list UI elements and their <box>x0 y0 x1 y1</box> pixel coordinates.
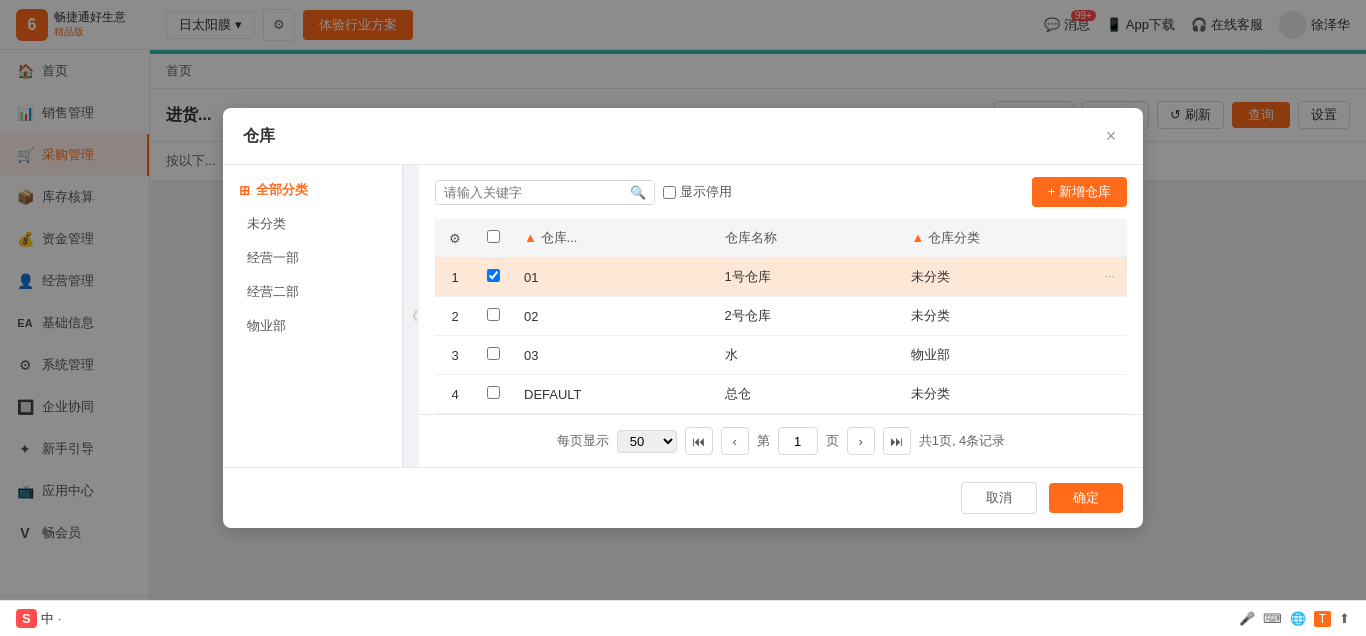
row-code: 02 <box>512 297 713 336</box>
confirm-button[interactable]: 确定 <box>1049 483 1123 513</box>
show-disabled-checkbox[interactable]: 显示停用 <box>663 183 732 201</box>
modal-footer: 取消 确定 <box>223 467 1143 528</box>
table-panel: 🔍 显示停用 + 新增仓库 ⚙ <box>419 165 1143 467</box>
select-all-checkbox[interactable] <box>487 230 500 243</box>
modal-title: 仓库 <box>243 126 275 147</box>
sort-icon: ▲ <box>911 230 924 245</box>
keyboard-icon[interactable]: ⌨ <box>1263 611 1282 626</box>
row-num: 2 <box>435 297 475 336</box>
bottom-bar: S 中 · 🎤 ⌨ 🌐 T ⬆ <box>0 600 1366 636</box>
table-toolbar: 🔍 显示停用 + 新增仓库 <box>419 165 1143 219</box>
upload-icon[interactable]: ⬆ <box>1339 611 1350 626</box>
last-page-button[interactable]: ⏭ <box>883 427 911 455</box>
all-category-header[interactable]: ⊞ 全部分类 <box>223 173 402 207</box>
bottom-s-logo: S <box>16 609 37 628</box>
modal-overlay: 仓库 × ⊞ 全部分类 未分类 经营一部 经营二部 <box>0 0 1366 636</box>
page-summary: 共1页, 4条记录 <box>919 432 1006 450</box>
col-code: ▲ 仓库... <box>512 219 713 258</box>
row-checkbox[interactable] <box>475 375 512 414</box>
row-name: 2号仓库 <box>713 297 900 336</box>
row-num: 3 <box>435 336 475 375</box>
grid-icon: ⊞ <box>239 183 250 198</box>
show-disabled-input[interactable] <box>663 186 676 199</box>
search-input[interactable] <box>436 181 622 204</box>
collapse-button[interactable]: 《 <box>403 165 419 467</box>
warehouse-data-table: ⚙ ▲ 仓库... 仓库名称 <box>435 219 1127 414</box>
bottom-icons: 🎤 ⌨ 🌐 T ⬆ <box>1239 611 1350 627</box>
row-num: 4 <box>435 375 475 414</box>
row-category: 未分类 <box>899 375 1127 414</box>
bottom-logo: S 中 · <box>16 609 61 628</box>
row-name: 1号仓库 <box>713 258 900 297</box>
first-page-button[interactable]: ⏮ <box>685 427 713 455</box>
category-item-unclassified[interactable]: 未分类 <box>223 207 402 241</box>
row-num: 1 <box>435 258 475 297</box>
cancel-button[interactable]: 取消 <box>961 482 1037 514</box>
microphone-icon[interactable]: 🎤 <box>1239 611 1255 626</box>
col-checkbox <box>475 219 512 258</box>
category-item-property[interactable]: 物业部 <box>223 309 402 343</box>
language-icon[interactable]: 🌐 <box>1290 611 1306 626</box>
input-mode-icon[interactable]: T <box>1314 611 1331 627</box>
row-category: 物业部 <box>899 336 1127 375</box>
table-row: 1 01 1号仓库 未分类 ··· <box>435 258 1127 297</box>
prev-page-button[interactable]: ‹ <box>721 427 749 455</box>
row-checkbox[interactable] <box>475 297 512 336</box>
row-name: 总仓 <box>713 375 900 414</box>
page-label: 第 <box>757 432 770 450</box>
page-input[interactable] <box>778 427 818 455</box>
search-box: 🔍 <box>435 180 655 205</box>
bottom-dot: · <box>58 611 62 626</box>
category-item-ops1[interactable]: 经营一部 <box>223 241 402 275</box>
page-unit: 页 <box>826 432 839 450</box>
table-row: 3 03 水 物业部 <box>435 336 1127 375</box>
category-panel: ⊞ 全部分类 未分类 经营一部 经营二部 物业部 <box>223 165 403 467</box>
row-code: 01 <box>512 258 713 297</box>
col-name: 仓库名称 <box>713 219 900 258</box>
row-code: DEFAULT <box>512 375 713 414</box>
table-header-row: ⚙ ▲ 仓库... 仓库名称 <box>435 219 1127 258</box>
per-page-label: 每页显示 <box>557 432 609 450</box>
row-code: 03 <box>512 336 713 375</box>
close-button[interactable]: × <box>1099 124 1123 148</box>
sort-icon: ▲ <box>524 230 537 245</box>
pagination: 每页显示 50 10 20 100 ⏮ ‹ 第 页 › ⏭ 共1页, 4条记录 <box>419 414 1143 467</box>
warehouse-modal: 仓库 × ⊞ 全部分类 未分类 经营一部 经营二部 <box>223 108 1143 528</box>
add-warehouse-button[interactable]: + 新增仓库 <box>1032 177 1127 207</box>
warehouse-table: ⚙ ▲ 仓库... 仓库名称 <box>419 219 1143 414</box>
search-icon[interactable]: 🔍 <box>622 181 654 204</box>
row-name: 水 <box>713 336 900 375</box>
all-category-label: 全部分类 <box>256 181 308 199</box>
table-row: 4 DEFAULT 总仓 未分类 <box>435 375 1127 414</box>
modal-body: ⊞ 全部分类 未分类 经营一部 经营二部 物业部 《 <box>223 165 1143 467</box>
bottom-zh-label: 中 <box>41 610 54 628</box>
per-page-select[interactable]: 50 10 20 100 <box>617 430 677 453</box>
settings-icon[interactable]: ⚙ <box>449 231 461 246</box>
col-settings: ⚙ <box>435 219 475 258</box>
col-category: ▲ 仓库分类 <box>899 219 1127 258</box>
row-category: 未分类 ··· <box>899 258 1127 297</box>
row-category: 未分类 <box>899 297 1127 336</box>
next-page-button[interactable]: › <box>847 427 875 455</box>
modal-header: 仓库 × <box>223 108 1143 165</box>
row-checkbox[interactable] <box>475 258 512 297</box>
more-options[interactable]: ··· <box>1104 268 1115 283</box>
category-item-ops2[interactable]: 经营二部 <box>223 275 402 309</box>
row-checkbox[interactable] <box>475 336 512 375</box>
table-row: 2 02 2号仓库 未分类 <box>435 297 1127 336</box>
